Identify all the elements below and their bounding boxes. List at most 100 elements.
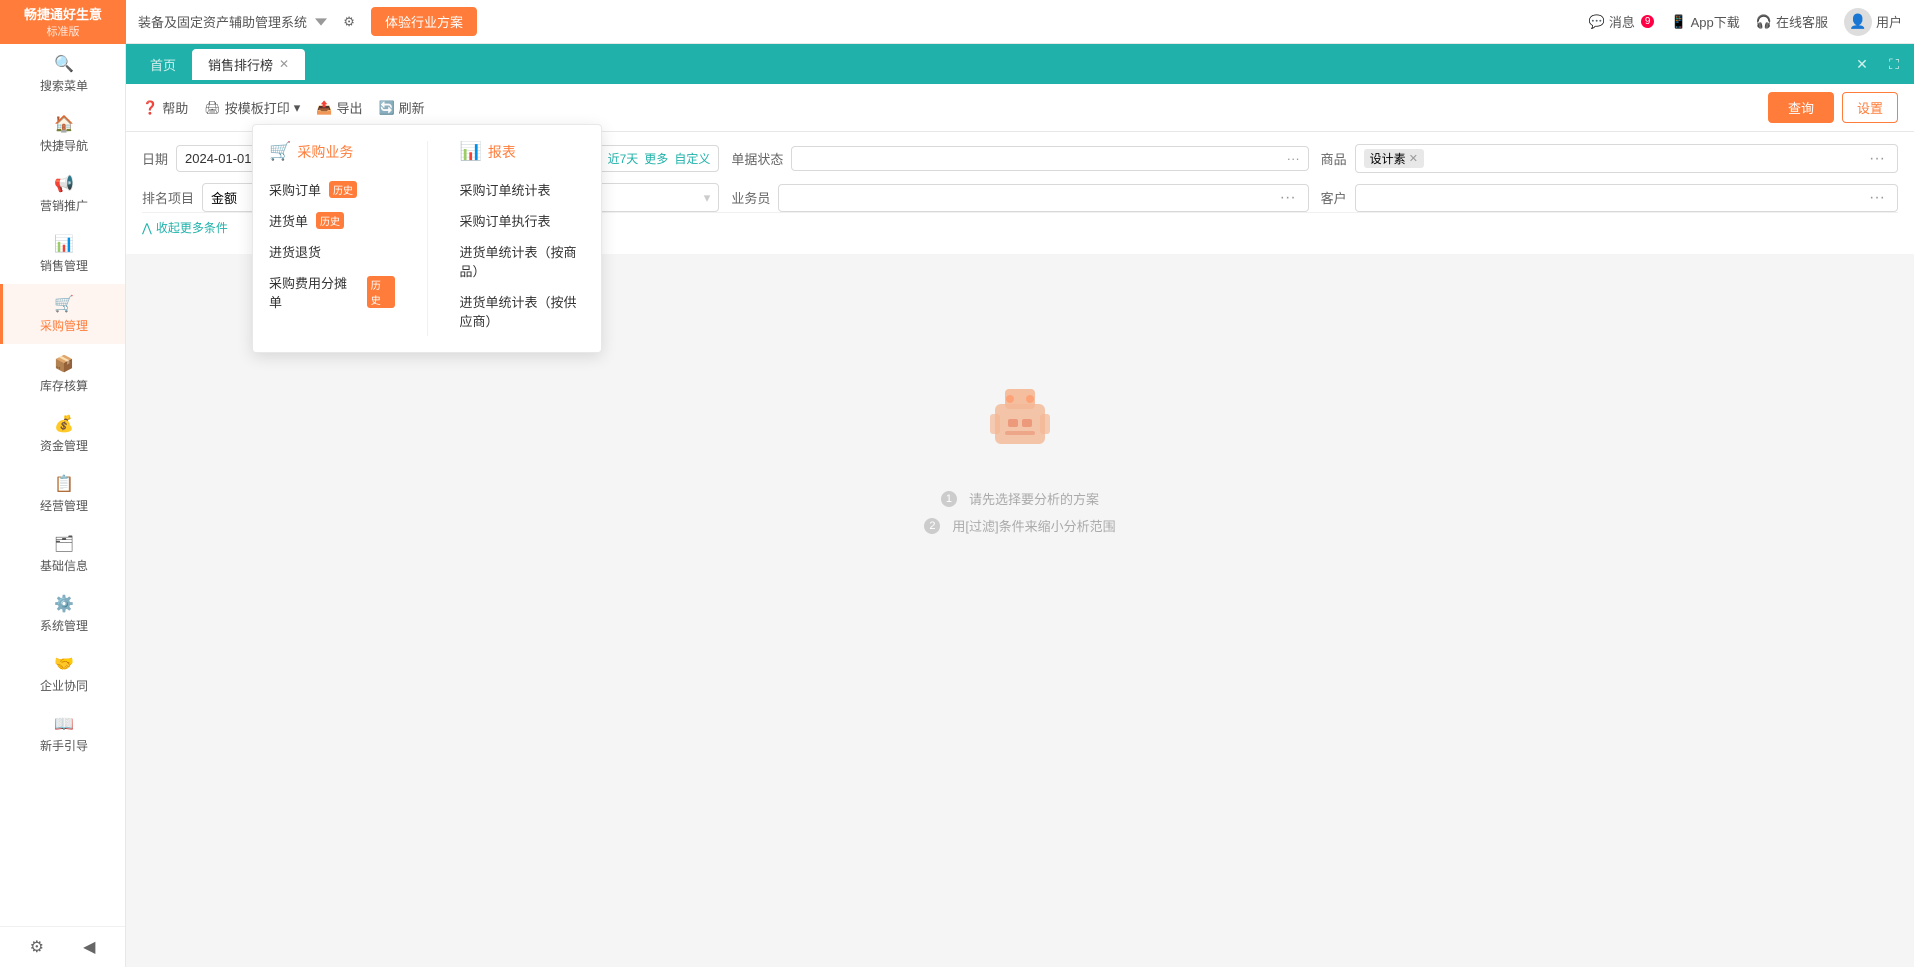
dropdown-divider [427, 141, 428, 336]
app-download-btn[interactable]: 📱 App下载 [1670, 12, 1739, 31]
dropdown-item-purchase-expense[interactable]: 采购费用分摊单 历史 [269, 267, 395, 317]
user-area[interactable]: 👤 用户 [1844, 8, 1902, 36]
product-tag-close-icon[interactable]: ✕ [1409, 152, 1418, 165]
dropdown-item-purchase-order[interactable]: 采购订单 历史 [269, 174, 395, 205]
sidebar-label-purchase: 采购管理 [40, 317, 88, 334]
product-select[interactable]: 设计素 ✕ ··· [1355, 144, 1898, 173]
message-btn[interactable]: 💬 消息 9 [1589, 12, 1655, 31]
print-label: 按模板打印 [225, 98, 290, 117]
history-badge-1: 历史 [329, 181, 357, 198]
purchase-expense-label: 采购费用分摊单 [269, 273, 359, 311]
sidebar-item-system[interactable]: ⚙️ 系统管理 [0, 584, 125, 644]
date-more[interactable]: 更多 [644, 150, 668, 167]
sidebar-item-purchase[interactable]: 🛒 采购管理 [0, 284, 125, 344]
sidebar-bottom: ⚙ ◀ [0, 926, 125, 967]
sidebar-item-search[interactable]: 🔍 搜索菜单 [0, 44, 125, 104]
marketing-icon: 📢 [54, 174, 74, 194]
settings-icon[interactable]: ⚙ [335, 8, 363, 36]
sidebar: 🔍 搜索菜单 🏠 快捷导航 📢 营销推广 📊 销售管理 🛒 采购管理 📦 [0, 44, 126, 967]
dropdown-item-stock-stat-product[interactable]: 进货单统计表（按商品） [460, 236, 586, 286]
help-btn[interactable]: ❓ 帮助 [142, 98, 188, 117]
settings-button[interactable]: 设置 [1842, 92, 1898, 123]
sidebar-collapse-icon[interactable]: ◀ [83, 937, 95, 957]
empty-hint1-text: 请先选择要分析的方案 [969, 489, 1099, 508]
empty-illustration [970, 369, 1070, 469]
stock-stat-supplier-label: 进货单统计表（按供应商） [460, 292, 586, 330]
sidebar-item-enterprise[interactable]: 🤝 企业协同 [0, 644, 125, 704]
export-btn[interactable]: 📤 导出 [316, 98, 362, 117]
tab-bar: 首页 销售排行榜 ✕ ✕ ⛶ [126, 44, 1914, 84]
report-col-label: 报表 [488, 142, 516, 162]
refresh-btn[interactable]: 🔄 刷新 [378, 98, 424, 117]
rank-label: 排名项目 [142, 188, 194, 207]
window-maximize-btn[interactable]: ⛶ [1882, 52, 1906, 76]
salesperson-select[interactable]: ··· [778, 184, 1308, 212]
mobile-icon: 📱 [1670, 14, 1686, 30]
tab-home[interactable]: 首页 [134, 49, 192, 80]
search-icon: 🔍 [54, 54, 74, 74]
system-dropdown[interactable] [315, 16, 327, 28]
dropdown-item-stock-stat-supplier[interactable]: 进货单统计表（按供应商） [460, 286, 586, 336]
dropdown-item-purchase-exec[interactable]: 采购订单执行表 [460, 205, 586, 236]
sidebar-item-marketing[interactable]: 📢 营销推广 [0, 164, 125, 224]
sidebar-label-fund: 资金管理 [40, 437, 88, 454]
history-badge-3: 历史 [367, 276, 395, 308]
sidebar-label-operation: 经营管理 [40, 497, 88, 514]
dropdown-item-stock-return[interactable]: 进货退货 [269, 236, 395, 267]
date-7days[interactable]: 近7天 [608, 150, 639, 167]
product-ellipsis[interactable]: ··· [1865, 150, 1889, 168]
empty-num1: 1 [941, 491, 957, 507]
purchase-order-label: 采购订单 [269, 180, 321, 199]
user-label: 用户 [1876, 12, 1902, 31]
sidebar-label-inventory: 库存核算 [40, 377, 88, 394]
sidebar-label-guide: 新手引导 [40, 737, 88, 754]
date-label: 日期 [142, 149, 168, 168]
online-service-btn[interactable]: 🎧 在线客服 [1756, 12, 1828, 31]
app-label: App下载 [1691, 12, 1740, 31]
date-custom[interactable]: 自定义 [674, 150, 710, 167]
headset-icon: 🎧 [1756, 14, 1772, 30]
filter-cell-customer: 客户 ··· [1321, 183, 1898, 212]
dropdown-item-purchase-stat[interactable]: 采购订单统计表 [460, 174, 586, 205]
customer-select[interactable]: ··· [1355, 184, 1898, 212]
main-content: 首页 销售排行榜 ✕ ✕ ⛶ ❓ 帮助 [126, 44, 1914, 967]
toolbar-right: 查询 设置 [1768, 92, 1898, 123]
print-template-btn[interactable]: 🖨 按模板打印 ▾ [204, 98, 300, 117]
customer-label: 客户 [1321, 188, 1347, 207]
tab-home-label: 首页 [150, 55, 176, 74]
sidebar-item-operation[interactable]: 📋 经营管理 [0, 464, 125, 524]
doc-status-select[interactable]: ··· [791, 146, 1308, 171]
top-bar-left: 畅捷通好生意 标准版 装备及固定资产辅助管理系统 ⚙ 体验行业方案 [12, 0, 1589, 44]
message-label: 消息 [1609, 12, 1635, 31]
salesperson-ellipsis[interactable]: ··· [1276, 189, 1300, 207]
dropdown-item-stock-in[interactable]: 进货单 历史 [269, 205, 395, 236]
content-area: ❓ 帮助 🖨 按模板打印 ▾ 📤 导出 🔄 刷新 [126, 84, 1914, 967]
sidebar-item-inventory[interactable]: 📦 库存核算 [0, 344, 125, 404]
trial-button[interactable]: 体验行业方案 [371, 7, 477, 36]
customer-ellipsis[interactable]: ··· [1865, 189, 1889, 207]
purchase-col-label: 采购业务 [297, 142, 353, 162]
inventory-icon: 📦 [54, 354, 74, 374]
product-label: 商品 [1321, 149, 1347, 168]
stock-return-label: 进货退货 [269, 242, 321, 261]
tab-sales-rank[interactable]: 销售排行榜 ✕ [192, 49, 305, 80]
top-bar: 畅捷通好生意 标准版 装备及固定资产辅助管理系统 ⚙ 体验行业方案 💬 消息 9… [0, 0, 1914, 44]
sidebar-item-fund[interactable]: 💰 资金管理 [0, 404, 125, 464]
query-button[interactable]: 查询 [1768, 92, 1834, 123]
tab-close-icon[interactable]: ✕ [279, 57, 289, 71]
tab-sales-rank-label: 销售排行榜 [208, 55, 273, 74]
operation-icon: 📋 [54, 474, 74, 494]
basic-icon: 🗂 [54, 534, 74, 554]
message-icon: 💬 [1589, 14, 1605, 30]
sidebar-item-quick[interactable]: 🏠 快捷导航 [0, 104, 125, 164]
sidebar-item-sales[interactable]: 📊 销售管理 [0, 224, 125, 284]
purchase-icon: 🛒 [54, 294, 74, 314]
salesperson-label: 业务员 [731, 188, 770, 207]
help-icon: ❓ [142, 100, 158, 116]
sidebar-item-guide[interactable]: 📖 新手引导 [0, 704, 125, 764]
sidebar-settings-icon[interactable]: ⚙ [30, 937, 44, 957]
sidebar-item-basic[interactable]: 🗂 基础信息 [0, 524, 125, 584]
window-close-btn[interactable]: ✕ [1850, 52, 1874, 76]
avatar: 👤 [1844, 8, 1872, 36]
dropdown-purchase-title: 🛒 采购业务 [269, 141, 395, 162]
